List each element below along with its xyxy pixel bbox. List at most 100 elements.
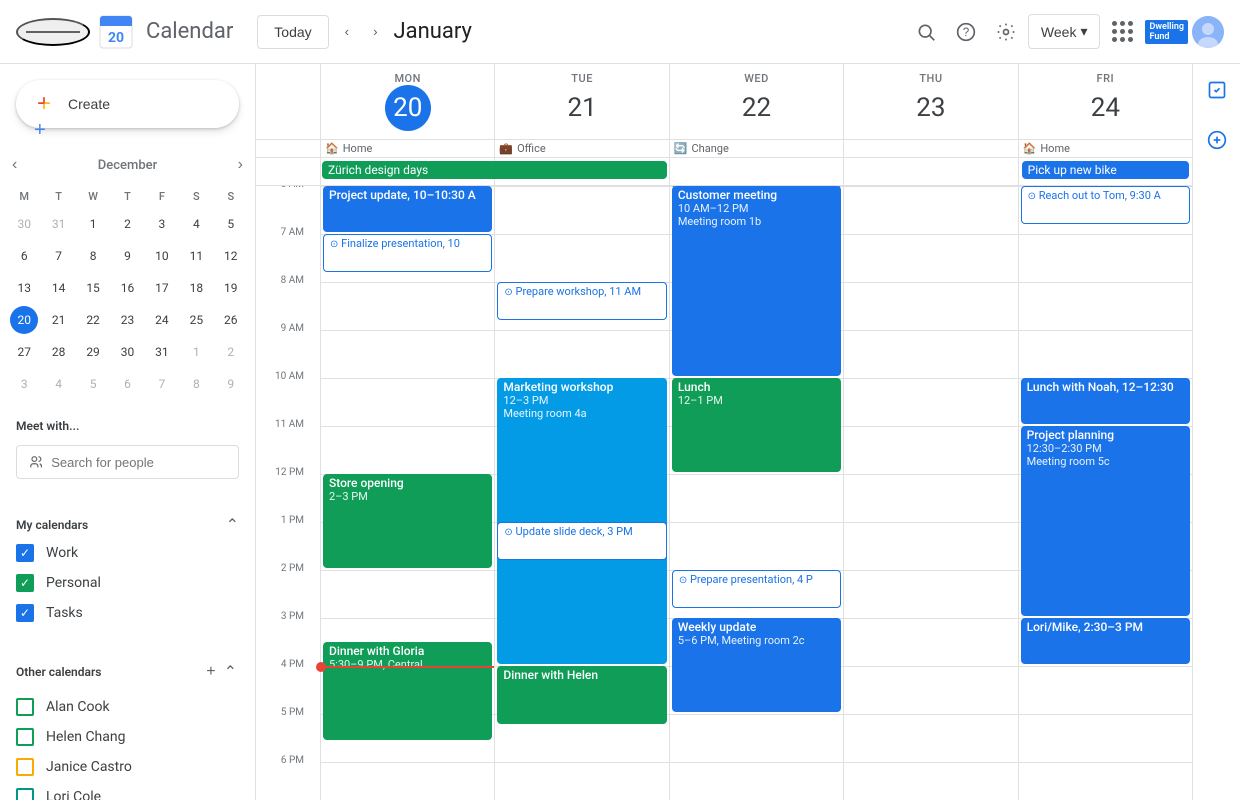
day-number[interactable]: 22 — [734, 85, 780, 131]
mini-cal-day[interactable]: 9 — [113, 242, 141, 270]
my-calendars-header[interactable]: My calendars ⌃ — [16, 511, 239, 538]
right-panel-task-btn[interactable] — [1199, 72, 1235, 114]
search-button[interactable] — [908, 14, 944, 50]
mini-cal-day[interactable]: 7 — [45, 242, 73, 270]
mini-cal-day[interactable]: 18 — [182, 274, 210, 302]
mini-cal-day[interactable]: 21 — [45, 306, 73, 334]
my-calendar-item[interactable]: ✓ Personal — [16, 568, 239, 598]
mini-cal-day[interactable]: 2 — [217, 338, 245, 366]
hour-line — [321, 330, 494, 331]
mini-cal-day[interactable]: 6 — [10, 242, 38, 270]
mini-cal-day[interactable]: 29 — [79, 338, 107, 366]
menu-button[interactable] — [16, 18, 90, 46]
create-button[interactable]: + Create — [16, 80, 239, 128]
mini-cal-day[interactable]: 7 — [148, 370, 176, 398]
mini-cal-day[interactable]: 2 — [113, 210, 141, 238]
calendar-event[interactable]: ⊙ Finalize presentation, 10 — [323, 234, 492, 272]
calendar-event[interactable]: Marketing workshop12–3 PMMeeting room 4a — [497, 378, 666, 664]
mini-cal-day[interactable]: 14 — [45, 274, 73, 302]
mini-cal-day[interactable]: 23 — [113, 306, 141, 334]
location-cell[interactable]: 💼Office — [494, 140, 668, 157]
mini-cal-day[interactable]: 12 — [217, 242, 245, 270]
mini-cal-day[interactable]: 6 — [113, 370, 141, 398]
mini-cal-day[interactable]: 25 — [182, 306, 210, 334]
day-number[interactable]: 21 — [559, 85, 605, 131]
mini-cal-day[interactable]: 24 — [148, 306, 176, 334]
other-calendar-item[interactable]: Lori Cole — [16, 782, 239, 800]
location-cell[interactable]: 🔄Change — [669, 140, 843, 157]
meet-with-header[interactable]: Meet with... — [16, 415, 239, 437]
calendar-event[interactable]: Dinner with Helen — [497, 666, 666, 724]
other-calendar-item[interactable]: Helen Chang — [16, 722, 239, 752]
prev-button[interactable]: ‹ — [337, 16, 357, 47]
search-people-box[interactable] — [16, 445, 239, 479]
location-cell[interactable]: 🏠Home — [320, 140, 494, 157]
calendar-event[interactable]: Lunch with Noah, 12–12:30 — [1021, 378, 1190, 424]
calendar-event[interactable]: ⊙ Reach out to Tom, 9:30 A — [1021, 186, 1190, 224]
mini-cal-day[interactable]: 22 — [79, 306, 107, 334]
cal-checkbox: ✓ — [16, 574, 34, 592]
mini-cal-day[interactable]: 26 — [217, 306, 245, 334]
mini-cal-day[interactable]: 3 — [148, 210, 176, 238]
mini-cal-day[interactable]: 3 — [10, 370, 38, 398]
mini-cal-day[interactable]: 10 — [148, 242, 176, 270]
mini-cal-day[interactable]: 8 — [79, 242, 107, 270]
calendar-event[interactable]: Lunch12–1 PM — [672, 378, 841, 472]
day-number[interactable]: 20 — [385, 85, 431, 131]
calendar-event[interactable]: ⊙ Prepare workshop, 11 AM — [497, 282, 666, 320]
mini-cal-prev[interactable]: ‹ — [8, 152, 21, 178]
collapse-other-cal-button[interactable]: ⌃ — [222, 660, 239, 684]
help-button[interactable]: ? — [948, 14, 984, 50]
other-calendar-item[interactable]: Janice Castro — [16, 752, 239, 782]
mini-cal-day[interactable]: 28 — [45, 338, 73, 366]
all-day-event[interactable]: Pick up new bike — [1022, 161, 1189, 179]
day-number[interactable]: 24 — [1082, 85, 1128, 131]
mini-cal-day[interactable]: 31 — [148, 338, 176, 366]
add-other-cal-button[interactable]: + — [204, 660, 217, 684]
next-button[interactable]: › — [365, 16, 385, 47]
mini-cal-day[interactable]: 27 — [10, 338, 38, 366]
calendar-event[interactable]: ⊙ Update slide deck, 3 PM — [497, 522, 666, 560]
mini-cal-day[interactable]: 8 — [182, 370, 210, 398]
mini-cal-day[interactable]: 4 — [182, 210, 210, 238]
view-selector[interactable]: Week ▾ — [1028, 14, 1101, 49]
mini-cal-day[interactable]: 19 — [217, 274, 245, 302]
mini-cal-day[interactable]: 1 — [182, 338, 210, 366]
calendar-event[interactable]: Project update, 10–10:30 A — [323, 186, 492, 232]
settings-button[interactable] — [988, 14, 1024, 50]
other-calendar-item[interactable]: Alan Cook — [16, 692, 239, 722]
mini-cal-next[interactable]: › — [234, 152, 247, 178]
mini-cal-day[interactable]: 17 — [148, 274, 176, 302]
mini-cal-day[interactable]: 30 — [113, 338, 141, 366]
user-avatar[interactable] — [1192, 16, 1224, 48]
all-day-event[interactable]: Zürich design days — [322, 161, 667, 179]
day-number[interactable]: 23 — [908, 85, 954, 131]
calendar-event[interactable]: Weekly update5–6 PM, Meeting room 2c — [672, 618, 841, 712]
mini-cal-day[interactable]: 31 — [45, 210, 73, 238]
apps-button[interactable] — [1104, 13, 1141, 50]
location-cell[interactable]: 🏠Home — [1018, 140, 1192, 157]
calendar-event[interactable]: Dinner with Gloria5:30–9 PM, Central — [323, 642, 492, 740]
calendar-event[interactable]: Lori/Mike, 2:30–3 PM — [1021, 618, 1190, 664]
mini-cal-day[interactable]: 13 — [10, 274, 38, 302]
calendar-event[interactable]: Customer meeting10 AM–12 PMMeeting room … — [672, 186, 841, 376]
mini-cal-day[interactable]: 5 — [217, 210, 245, 238]
calendar-event[interactable]: Project planning12:30–2:30 PMMeeting roo… — [1021, 426, 1190, 616]
mini-cal-day[interactable]: 30 — [10, 210, 38, 238]
my-calendar-item[interactable]: ✓ Tasks — [16, 598, 239, 628]
mini-cal-day[interactable]: 20 — [10, 306, 38, 334]
mini-cal-day[interactable]: 9 — [217, 370, 245, 398]
my-calendar-item[interactable]: ✓ Work — [16, 538, 239, 568]
mini-cal-day[interactable]: 11 — [182, 242, 210, 270]
mini-cal-day[interactable]: 16 — [113, 274, 141, 302]
right-panel-blue-btn[interactable] — [1199, 122, 1235, 163]
calendar-event[interactable]: Store opening2–3 PM — [323, 474, 492, 568]
scroll-area[interactable]: 6 AM7 AM8 AM9 AM10 AM11 AM12 PM1 PM2 PM3… — [256, 186, 1192, 800]
mini-cal-day[interactable]: 4 — [45, 370, 73, 398]
today-button[interactable]: Today — [257, 15, 328, 49]
calendar-event[interactable]: ⊙ Prepare presentation, 4 P — [672, 570, 841, 608]
mini-cal-day[interactable]: 15 — [79, 274, 107, 302]
search-people-input[interactable] — [51, 455, 226, 470]
mini-cal-day[interactable]: 5 — [79, 370, 107, 398]
mini-cal-day[interactable]: 1 — [79, 210, 107, 238]
